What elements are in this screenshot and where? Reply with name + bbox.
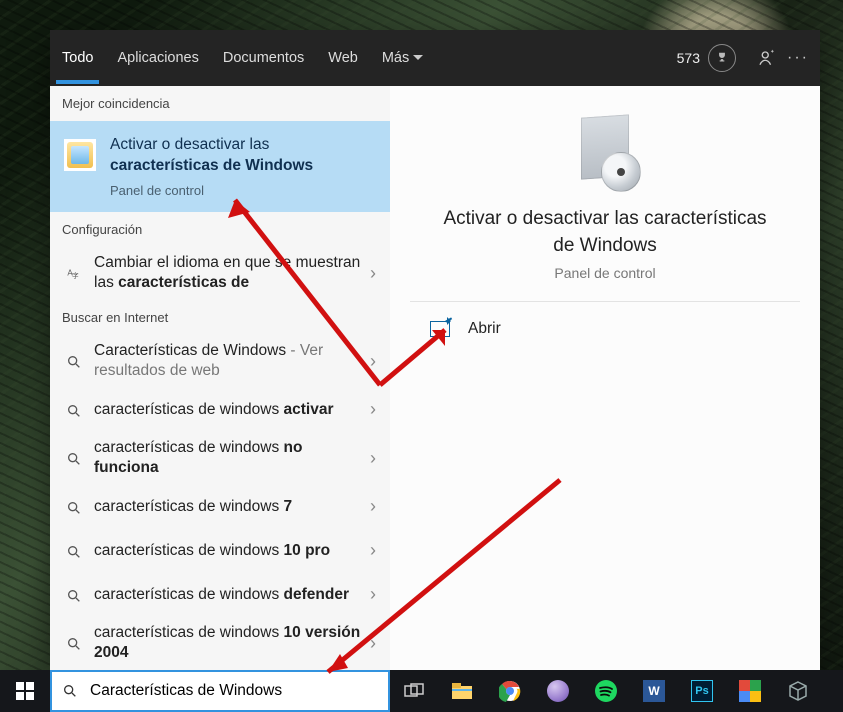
- search-icon: [64, 634, 84, 652]
- web-suggestion-7[interactable]: características de windows 7 ›: [50, 485, 390, 529]
- tab-web[interactable]: Web: [316, 32, 370, 84]
- tab-documents[interactable]: Documentos: [211, 32, 316, 84]
- chevron-right-icon: ›: [364, 263, 382, 284]
- ws1-bold: activar: [284, 401, 334, 418]
- open-action[interactable]: Abrir: [410, 302, 800, 356]
- chevron-right-icon: ›: [364, 540, 382, 561]
- config-item-language[interactable]: A字 Cambiar el idioma en que se muestran …: [50, 247, 390, 300]
- open-icon: [430, 321, 450, 337]
- best-match-line2: características de Windows: [110, 157, 313, 174]
- rewards-points-value: 573: [677, 50, 700, 66]
- ws4-bold: 10 pro: [284, 542, 331, 559]
- more-options-icon[interactable]: ···: [782, 49, 814, 67]
- tab-more[interactable]: Más: [370, 32, 435, 84]
- chevron-right-icon: ›: [364, 351, 382, 372]
- taskbar-taskview[interactable]: [390, 670, 438, 712]
- best-match-item[interactable]: Activar o desactivar las características…: [50, 121, 390, 212]
- detail-title: Activar o desactivar las características…: [435, 206, 775, 259]
- taskbar-spotify[interactable]: [582, 670, 630, 712]
- tab-all[interactable]: Todo: [50, 32, 105, 84]
- results-list: Mejor coincidencia Activar o desactivar …: [50, 86, 390, 670]
- ws3-pre: características de windows: [94, 498, 284, 515]
- web-suggestion-defender[interactable]: características de windows defender ›: [50, 573, 390, 617]
- ws1-pre: características de windows: [94, 401, 284, 418]
- svg-text:字: 字: [72, 271, 79, 280]
- detail-pane: Activar o desactivar las características…: [390, 86, 820, 670]
- search-icon: [64, 586, 84, 604]
- ws6-pre: características de windows: [94, 624, 284, 641]
- trophy-icon: [708, 44, 736, 72]
- search-icon: [64, 542, 84, 560]
- windows-features-icon: [573, 116, 637, 188]
- open-label: Abrir: [468, 320, 501, 338]
- taskbar-app-purple[interactable]: [534, 670, 582, 712]
- control-panel-icon: [64, 139, 96, 171]
- chevron-right-icon: ›: [364, 584, 382, 605]
- chevron-right-icon: ›: [364, 496, 382, 517]
- taskbar-app-colorful[interactable]: [726, 670, 774, 712]
- search-topbar: Todo Aplicaciones Documentos Web Más 573…: [50, 30, 820, 86]
- account-icon[interactable]: [750, 49, 782, 67]
- rewards-points[interactable]: 573: [677, 44, 750, 72]
- start-search-panel: Todo Aplicaciones Documentos Web Más 573…: [50, 30, 820, 670]
- search-icon: [64, 498, 84, 516]
- tab-apps[interactable]: Aplicaciones: [105, 32, 210, 84]
- chevron-down-icon: [413, 55, 423, 65]
- taskbar-word[interactable]: W: [630, 670, 678, 712]
- windows-logo-icon: [16, 682, 34, 700]
- web-suggestion-10-pro[interactable]: características de windows 10 pro ›: [50, 529, 390, 573]
- language-icon: A字: [64, 264, 84, 282]
- section-internet: Buscar en Internet: [50, 300, 390, 335]
- web-result-main[interactable]: Características de Windows - Ver resulta…: [50, 335, 390, 388]
- search-icon: [62, 683, 78, 699]
- chevron-right-icon: ›: [364, 448, 382, 469]
- ws2-pre: características de windows: [94, 439, 284, 456]
- chevron-right-icon: ›: [364, 633, 382, 654]
- detail-subtitle: Panel de control: [554, 265, 655, 281]
- web-main-title: Características de Windows: [94, 342, 286, 359]
- search-icon: [64, 352, 84, 370]
- config-item-bold: características de: [118, 274, 249, 291]
- best-match-sub: Panel de control: [110, 183, 380, 198]
- search-input[interactable]: [88, 681, 378, 701]
- web-suggestion-no-funciona[interactable]: características de windows no funciona ›: [50, 432, 390, 485]
- taskbar-app-cube[interactable]: [774, 670, 822, 712]
- chevron-right-icon: ›: [364, 399, 382, 420]
- tab-more-label: Más: [382, 50, 409, 66]
- taskbar-photoshop[interactable]: Ps: [678, 670, 726, 712]
- web-suggestion-10-2004[interactable]: características de windows 10 versión 20…: [50, 617, 390, 670]
- search-icon: [64, 401, 84, 419]
- ws3-bold: 7: [284, 498, 293, 515]
- section-best-match: Mejor coincidencia: [50, 86, 390, 121]
- start-button[interactable]: [0, 670, 50, 712]
- taskbar-explorer[interactable]: [438, 670, 486, 712]
- ws5-pre: características de windows: [94, 586, 284, 603]
- ws5-bold: defender: [284, 586, 349, 603]
- search-icon: [64, 449, 84, 467]
- ws4-pre: características de windows: [94, 542, 284, 559]
- best-match-line1: Activar o desactivar las: [110, 136, 269, 153]
- web-suggestion-activar[interactable]: características de windows activar ›: [50, 388, 390, 432]
- search-input-box[interactable]: [50, 670, 390, 712]
- taskbar-chrome[interactable]: [486, 670, 534, 712]
- section-config: Configuración: [50, 212, 390, 247]
